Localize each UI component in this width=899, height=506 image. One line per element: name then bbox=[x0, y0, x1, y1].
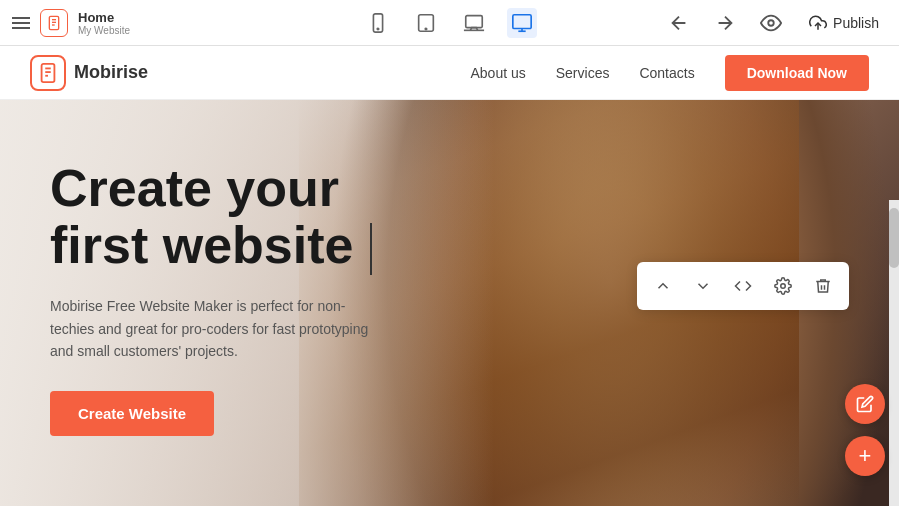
svg-point-7 bbox=[425, 28, 426, 29]
scrollbar[interactable] bbox=[889, 200, 899, 506]
device-switcher bbox=[363, 8, 537, 38]
tab-icon bbox=[40, 9, 68, 37]
hamburger-menu[interactable] bbox=[12, 17, 30, 29]
brand: Mobirise bbox=[30, 55, 148, 91]
tab-subtitle: My Website bbox=[78, 25, 130, 36]
hero-title-line1: Create your bbox=[50, 159, 339, 217]
hero-section: Create your first website Mobirise Free … bbox=[0, 100, 899, 506]
device-tablet[interactable] bbox=[411, 8, 441, 38]
nav-about[interactable]: About us bbox=[470, 65, 525, 81]
publish-button[interactable]: Publish bbox=[801, 10, 887, 36]
back-button[interactable] bbox=[663, 7, 695, 39]
brand-icon bbox=[30, 55, 66, 91]
svg-point-5 bbox=[377, 28, 378, 29]
device-laptop[interactable] bbox=[459, 8, 489, 38]
nav-services[interactable]: Services bbox=[556, 65, 610, 81]
preview-button[interactable] bbox=[755, 7, 787, 39]
website-navbar: Mobirise About us Services Contacts Down… bbox=[0, 46, 899, 100]
move-up-button[interactable] bbox=[645, 268, 681, 304]
fab-edit-button[interactable] bbox=[845, 384, 885, 424]
scrollbar-thumb[interactable] bbox=[889, 208, 899, 268]
move-down-button[interactable] bbox=[685, 268, 721, 304]
svg-point-10 bbox=[768, 20, 774, 26]
hero-title: Create your first website bbox=[50, 160, 400, 275]
fab-add-icon: + bbox=[859, 443, 872, 469]
device-mobile-small[interactable] bbox=[363, 8, 393, 38]
nav-contacts[interactable]: Contacts bbox=[639, 65, 694, 81]
svg-rect-9 bbox=[512, 14, 530, 28]
delete-button[interactable] bbox=[805, 268, 841, 304]
hero-content: Create your first website Mobirise Free … bbox=[0, 100, 450, 496]
hero-title-line2: first website bbox=[50, 216, 353, 274]
nav-download-button[interactable]: Download Now bbox=[725, 55, 869, 91]
tab-title: Home bbox=[78, 10, 130, 25]
toolbar-right: Publish bbox=[663, 7, 887, 39]
hero-cta-button[interactable]: Create Website bbox=[50, 391, 214, 436]
nav-links: About us Services Contacts Download Now bbox=[470, 55, 869, 91]
tab-info: Home My Website bbox=[78, 10, 130, 36]
top-toolbar: Home My Website bbox=[0, 0, 899, 46]
svg-rect-8 bbox=[465, 15, 482, 27]
svg-point-16 bbox=[781, 284, 786, 289]
forward-button[interactable] bbox=[709, 7, 741, 39]
settings-button[interactable] bbox=[765, 268, 801, 304]
code-button[interactable] bbox=[725, 268, 761, 304]
hero-background: Create your first website Mobirise Free … bbox=[0, 100, 899, 506]
block-toolbar bbox=[637, 262, 849, 310]
toolbar-left: Home My Website bbox=[12, 9, 130, 37]
publish-label: Publish bbox=[833, 15, 879, 31]
brand-name: Mobirise bbox=[74, 62, 148, 83]
fab-add-button[interactable]: + bbox=[845, 436, 885, 476]
device-desktop[interactable] bbox=[507, 8, 537, 38]
hero-description: Mobirise Free Website Maker is perfect f… bbox=[50, 295, 370, 362]
